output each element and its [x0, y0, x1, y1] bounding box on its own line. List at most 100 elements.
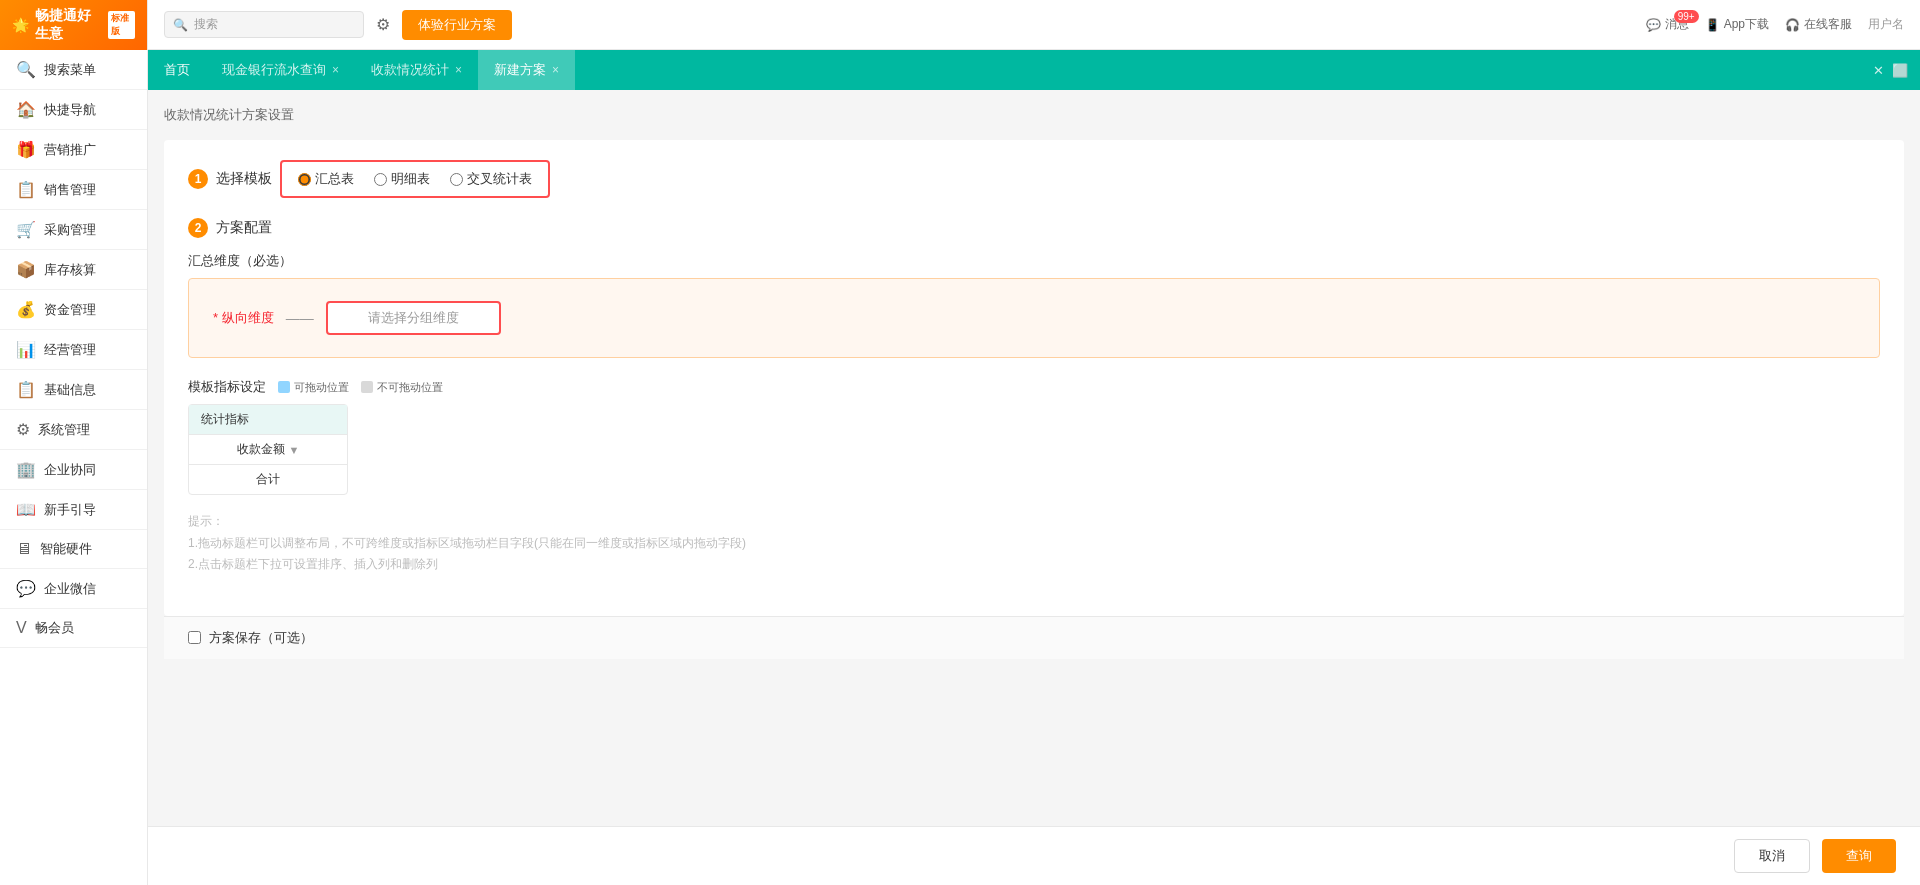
gift-icon: 🎁 — [16, 140, 36, 159]
tab-new-plan[interactable]: 新建方案 × — [478, 50, 575, 90]
sidebar-item-wechat[interactable]: 💬 企业微信 — [0, 569, 147, 609]
sidebar-item-sales[interactable]: 📋 销售管理 — [0, 170, 147, 210]
sidebar-item-guide[interactable]: 📖 新手引导 — [0, 490, 147, 530]
stats-col-header[interactable]: 收款金额 ▼ — [189, 435, 347, 465]
radio-detail-input[interactable] — [374, 173, 387, 186]
sidebar-item-search[interactable]: 🔍 搜索菜单 — [0, 50, 147, 90]
sidebar-item-system[interactable]: ⚙ 系统管理 — [0, 410, 147, 450]
tab-receipt-stats[interactable]: 收款情况统计 × — [355, 50, 478, 90]
sidebar-item-enterprise[interactable]: 🏢 企业协同 — [0, 450, 147, 490]
sidebar-item-finance[interactable]: 💰 资金管理 — [0, 290, 147, 330]
sidebar-item-quick-nav[interactable]: 🏠 快捷导航 — [0, 90, 147, 130]
indicator-header: 模板指标设定 可拖动位置 不可拖动位置 — [188, 378, 1880, 396]
save-section: 方案保存（可选） — [164, 616, 1904, 659]
sidebar-item-label: 经营管理 — [44, 341, 96, 359]
footer: 取消 查询 — [148, 826, 1920, 885]
sidebar-item-hardware[interactable]: 🖥 智能硬件 — [0, 530, 147, 569]
sidebar: 🌟 畅捷通好生意 标准版 🔍 搜索菜单 🏠 快捷导航 🎁 营销推广 📋 销售管理… — [0, 0, 148, 885]
settings-icon[interactable]: ⚙ — [376, 15, 390, 34]
step2-header: 2 方案配置 — [188, 218, 1880, 238]
service-icon: 🎧 — [1785, 18, 1800, 32]
radio-summary-label: 汇总表 — [315, 170, 354, 188]
radio-cross-input[interactable] — [450, 173, 463, 186]
radio-detail[interactable]: 明细表 — [374, 170, 430, 188]
main-area: 🔍 搜索 ⚙ 体验行业方案 💬 消息 99+ 📱 App下载 🎧 在线客服 用户… — [148, 0, 1920, 885]
close-window-icon[interactable]: ✕ — [1873, 63, 1884, 78]
sidebar-item-label: 快捷导航 — [44, 101, 96, 119]
tab-bank-flow-close[interactable]: × — [332, 63, 339, 77]
sidebar-item-label: 企业微信 — [44, 580, 96, 598]
radio-summary[interactable]: 汇总表 — [298, 170, 354, 188]
sidebar-item-label: 企业协同 — [44, 461, 96, 479]
dimension-title-text: 汇总维度（必选） — [188, 253, 292, 268]
tip1: 1.拖动标题栏可以调整布局，不可跨维度或指标区域拖动栏目字段(只能在同一维度或指… — [188, 536, 746, 550]
step2-title: 方案配置 — [216, 219, 272, 237]
sidebar-item-marketing[interactable]: 🎁 营销推广 — [0, 130, 147, 170]
tip2: 2.点击标题栏下拉可设置排序、插入列和删除列 — [188, 557, 438, 571]
dim-row-label: * 纵向维度 — [213, 309, 274, 327]
service-link[interactable]: 🎧 在线客服 — [1785, 16, 1852, 33]
operation-icon: 📊 — [16, 340, 36, 359]
tabbar-actions: ✕ ⬜ — [1873, 63, 1920, 78]
sidebar-item-inventory[interactable]: 📦 库存核算 — [0, 250, 147, 290]
search-placeholder: 搜索 — [194, 16, 218, 33]
config-panel: 1 选择模板 汇总表 明细表 交叉统计表 — [164, 140, 1904, 616]
not-draggable-dot — [361, 381, 373, 393]
col-label: 收款金额 — [237, 441, 285, 458]
dim-select-button[interactable]: 请选择分组维度 — [326, 301, 501, 335]
tab-new-plan-label: 新建方案 — [494, 61, 546, 79]
sidebar-item-label: 搜索菜单 — [44, 61, 96, 79]
tab-bank-flow-label: 现金银行流水查询 — [222, 61, 326, 79]
download-link[interactable]: 📱 App下载 — [1705, 16, 1769, 33]
tag-draggable: 可拖动位置 — [278, 380, 349, 395]
sidebar-item-label: 库存核算 — [44, 261, 96, 279]
tab-new-plan-close[interactable]: × — [552, 63, 559, 77]
save-checkbox[interactable] — [188, 631, 201, 644]
stats-header: 统计指标 — [189, 405, 347, 435]
draggable-dot — [278, 381, 290, 393]
sidebar-item-label: 智能硬件 — [40, 540, 92, 558]
trial-button[interactable]: 体验行业方案 — [402, 10, 512, 40]
guide-icon: 📖 — [16, 500, 36, 519]
tab-home[interactable]: 首页 — [148, 50, 206, 90]
download-label: App下载 — [1724, 16, 1769, 33]
tag-draggable-label: 可拖动位置 — [294, 380, 349, 395]
wechat-icon: 💬 — [16, 579, 36, 598]
hardware-icon: 🖥 — [16, 540, 32, 558]
message-icon: 💬 — [1646, 18, 1661, 32]
tab-receipt-stats-label: 收款情况统计 — [371, 61, 449, 79]
search-box[interactable]: 🔍 搜索 — [164, 11, 364, 38]
tips-title: 提示： — [188, 514, 224, 528]
sidebar-item-label: 销售管理 — [44, 181, 96, 199]
sidebar-item-label: 系统管理 — [38, 421, 90, 439]
tab-receipt-stats-close[interactable]: × — [455, 63, 462, 77]
tab-bank-flow[interactable]: 现金银行流水查询 × — [206, 50, 355, 90]
maximize-icon[interactable]: ⬜ — [1892, 63, 1908, 78]
sidebar-item-member[interactable]: V 畅会员 — [0, 609, 147, 648]
finance-icon: 💰 — [16, 300, 36, 319]
dimension-area: * 纵向维度 —— 请选择分组维度 — [188, 278, 1880, 358]
stats-total-cell: 合计 — [189, 465, 347, 494]
sidebar-item-purchase[interactable]: 🛒 采购管理 — [0, 210, 147, 250]
radio-summary-input[interactable] — [298, 173, 311, 186]
sidebar-item-label: 营销推广 — [44, 141, 96, 159]
sidebar-item-label: 资金管理 — [44, 301, 96, 319]
enterprise-icon: 🏢 — [16, 460, 36, 479]
service-label: 在线客服 — [1804, 16, 1852, 33]
sidebar-item-basic-info[interactable]: 📋 基础信息 — [0, 370, 147, 410]
download-icon: 📱 — [1705, 18, 1720, 32]
stats-area: 统计指标 收款金额 ▼ 合计 — [188, 404, 348, 495]
topbar-right: 💬 消息 99+ 📱 App下载 🎧 在线客服 用户名 — [1646, 16, 1904, 33]
query-button[interactable]: 查询 — [1822, 839, 1896, 873]
step1-section: 1 选择模板 汇总表 明细表 交叉统计表 — [188, 160, 1880, 198]
sidebar-item-operation[interactable]: 📊 经营管理 — [0, 330, 147, 370]
app-logo: 🌟 畅捷通好生意 标准版 — [0, 0, 147, 50]
radio-cross[interactable]: 交叉统计表 — [450, 170, 532, 188]
sidebar-item-label: 新手引导 — [44, 501, 96, 519]
sales-icon: 📋 — [16, 180, 36, 199]
message-badge[interactable]: 💬 消息 99+ — [1646, 16, 1689, 33]
sidebar-item-label: 采购管理 — [44, 221, 96, 239]
cancel-button[interactable]: 取消 — [1734, 839, 1810, 873]
dimension-title: 汇总维度（必选） — [188, 252, 1880, 270]
dim-arrow-icon: —— — [286, 310, 314, 326]
